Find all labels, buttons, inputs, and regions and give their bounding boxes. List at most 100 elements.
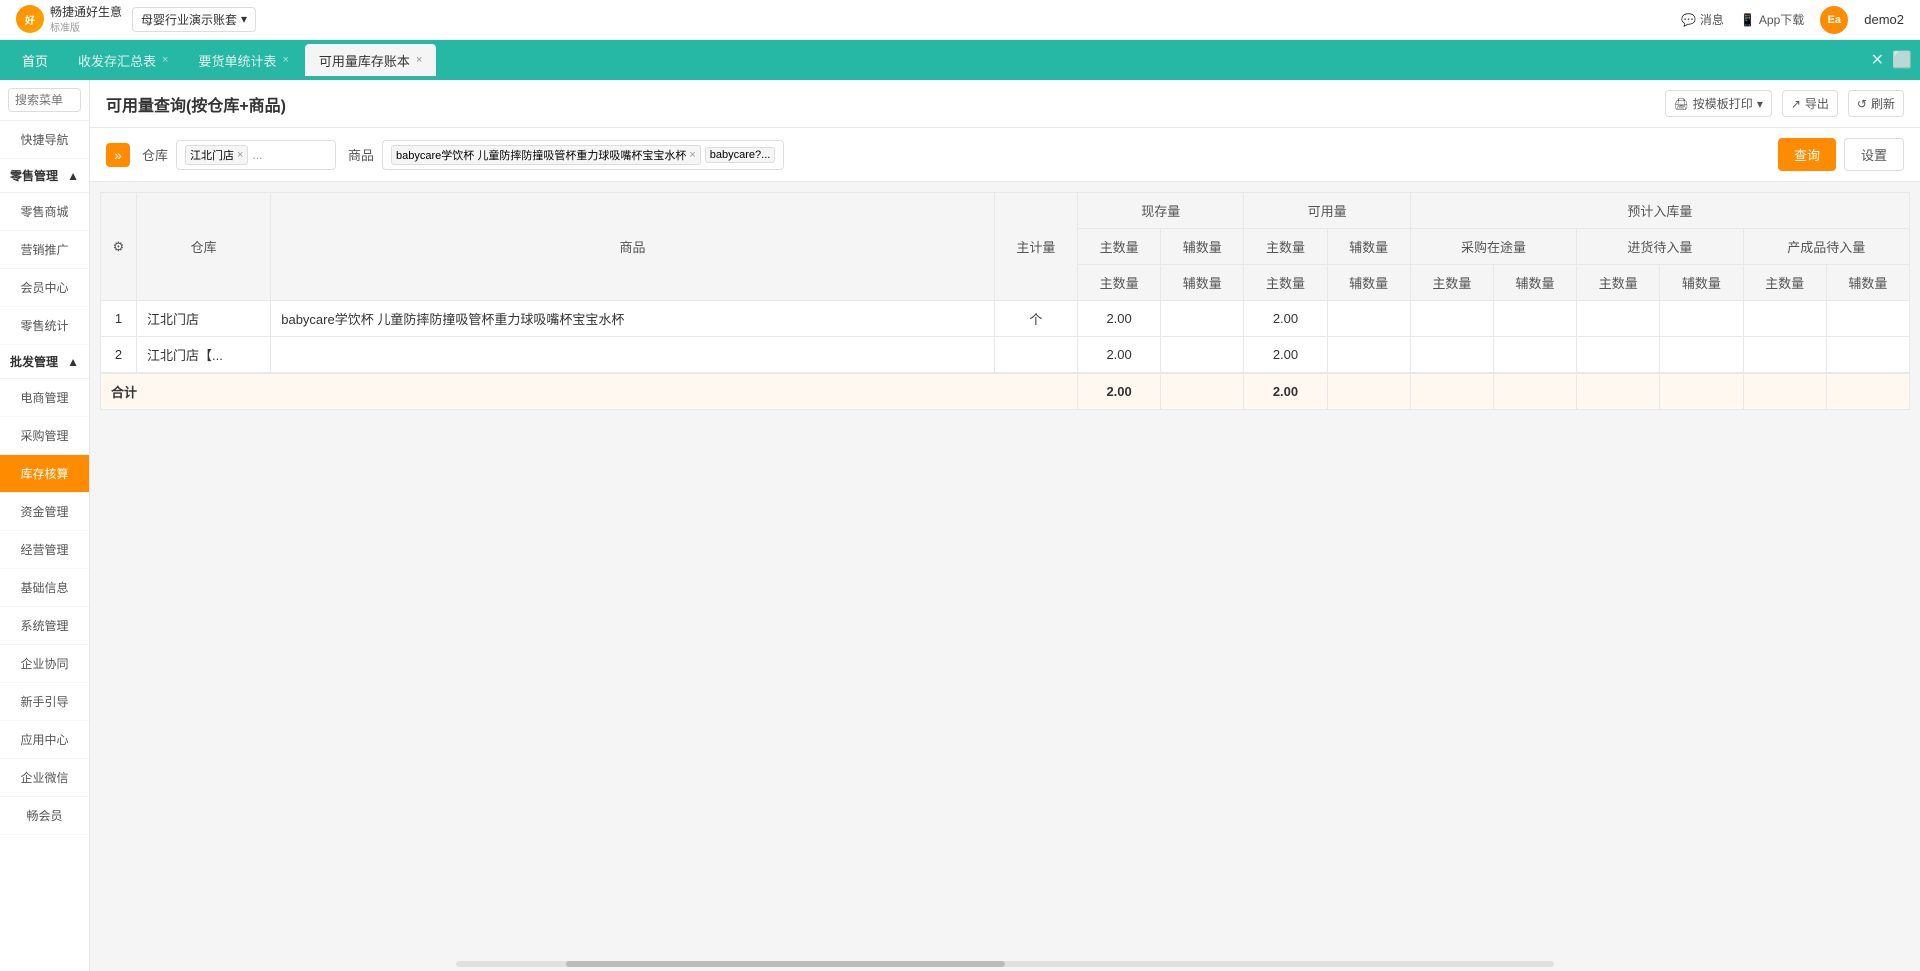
export-label: 导出	[1805, 95, 1829, 112]
sidebar-item-retail-stats[interactable]: 零售统计	[0, 307, 89, 345]
settings-btn[interactable]: 设置	[1844, 138, 1904, 171]
total-avail-main: 2.00	[1244, 373, 1327, 410]
sidebar-item-system[interactable]: 系统管理	[0, 607, 89, 645]
warehouse-more[interactable]: ...	[252, 148, 262, 162]
phone-icon: 📱	[1740, 13, 1755, 27]
sidebar-item-marketing[interactable]: 营销推广	[0, 231, 89, 269]
sidebar-item-operation[interactable]: 经营管理	[0, 531, 89, 569]
col-stock-main-qty: 主数量	[1078, 229, 1161, 265]
export-btn[interactable]: ↗ 导出	[1782, 90, 1838, 117]
tab-yaohuo[interactable]: 要货单统计表 ×	[184, 44, 302, 76]
tab-keyongliang[interactable]: 可用量库存账本 ×	[305, 44, 436, 76]
scroll-track[interactable]	[456, 961, 1554, 967]
row-avail-main: 2.00	[1244, 301, 1327, 337]
sidebar-item-enterprise[interactable]: 企业协同	[0, 645, 89, 683]
row-incoming-aux	[1660, 337, 1743, 374]
sidebar-item-finance[interactable]: 资金管理	[0, 493, 89, 531]
warehouse-input[interactable]: 江北门店 × ...	[176, 140, 336, 170]
nav-tabs: 首页 收发存汇总表 × 要货单统计表 × 可用量库存账本 × ✕ ⬜	[0, 40, 1920, 80]
quick-nav-label: 快捷导航	[20, 131, 68, 148]
expand-icon-2: ▲	[67, 355, 79, 369]
maximize-icon[interactable]: ⬜	[1892, 50, 1912, 70]
sidebar-item-ecommerce[interactable]: 电商管理	[0, 379, 89, 417]
col-warehouse-header: 仓库	[137, 193, 271, 301]
col-incoming-header: 进货待入量	[1577, 229, 1743, 265]
row-warehouse: 江北门店	[137, 301, 271, 337]
logo-sub: 标准版	[50, 19, 122, 34]
avatar: Ea	[1820, 6, 1848, 34]
sidebar-item-member[interactable]: 畅会员	[0, 797, 89, 835]
logo-text: 畅捷通好生意	[50, 5, 122, 19]
settings-icon[interactable]: ⚙	[113, 239, 125, 254]
tab-home[interactable]: 首页	[8, 44, 62, 76]
product-tag-2: babycare?...	[705, 147, 776, 163]
sidebar-item-retail-mall[interactable]: 零售商城	[0, 193, 89, 231]
sidebar-item-app-center[interactable]: 应用中心	[0, 721, 89, 759]
total-label: 合计	[101, 373, 1078, 410]
product-tag-1-remove[interactable]: ×	[689, 149, 695, 161]
col-stock-main-2: 主数量	[1078, 265, 1161, 301]
chevron-down-icon: ▾	[241, 12, 247, 26]
row-unit	[994, 337, 1077, 374]
total-row: 合计 2.00 2.00	[101, 373, 1910, 410]
sidebar-item-wechat[interactable]: 企业微信	[0, 759, 89, 797]
scroll-thumb[interactable]	[566, 961, 1005, 967]
row-stock-aux	[1161, 337, 1244, 374]
sidebar-item-quick-nav[interactable]: 快捷导航	[0, 121, 89, 159]
row-product: babycare学饮杯 儿童防摔防撞吸管杯重力球吸嘴杯宝宝水杯	[271, 301, 995, 337]
message-btn[interactable]: 💬 消息	[1681, 11, 1724, 28]
row-production-main	[1743, 301, 1826, 337]
logo-icon: 好	[16, 5, 44, 33]
print-btn[interactable]: 🖨 按模板打印 ▾	[1665, 90, 1772, 117]
product-tag-1-value: babycare学饮杯 儿童防摔防撞吸管杯重力球吸嘴杯宝宝水杯	[396, 147, 686, 163]
row-purchase-aux	[1493, 301, 1576, 337]
col-stock-aux-qty: 辅数量	[1161, 229, 1244, 265]
row-incoming-main	[1577, 337, 1660, 374]
product-filter-group: 商品 babycare学饮杯 儿童防摔防撞吸管杯重力球吸嘴杯宝宝水杯 × bab…	[348, 140, 784, 170]
tab-yaohuo-label: 要货单统计表	[198, 51, 276, 70]
expand-icon: ▲	[67, 169, 79, 183]
sidebar-item-wholesale-mgmt[interactable]: 批发管理 ▲	[0, 345, 89, 379]
row-incoming-main	[1577, 301, 1660, 337]
tab-shoufacun-close[interactable]: ×	[162, 54, 168, 66]
warehouse-tag-remove[interactable]: ×	[237, 149, 243, 161]
row-unit: 个	[994, 301, 1077, 337]
product-label: 商品	[348, 145, 374, 164]
tab-keyongliang-close[interactable]: ×	[416, 54, 422, 66]
sidebar-search-area	[0, 80, 89, 121]
col-current-stock-header: 现存量	[1078, 193, 1244, 229]
app-download-btn[interactable]: 📱 App下载	[1740, 11, 1804, 28]
product-input[interactable]: babycare学饮杯 儿童防摔防撞吸管杯重力球吸嘴杯宝宝水杯 × babyca…	[382, 140, 784, 170]
filter-bar: » 仓库 江北门店 × ... 商品 babycare学饮杯 儿童防摔防撞吸管杯…	[90, 128, 1920, 182]
col-production-main: 主数量	[1743, 265, 1826, 301]
col-settings-header[interactable]: ⚙	[101, 193, 137, 301]
sidebar-item-inventory[interactable]: 库存核算	[0, 455, 89, 493]
sidebar-item-retail-mgmt[interactable]: 零售管理 ▲	[0, 159, 89, 193]
user-name: demo2	[1864, 12, 1904, 27]
product-tag-1: babycare学饮杯 儿童防摔防撞吸管杯重力球吸嘴杯宝宝水杯 ×	[391, 145, 701, 165]
refresh-btn[interactable]: ↺ 刷新	[1848, 90, 1904, 117]
page-header: 可用量查询(按仓库+商品) 🖨 按模板打印 ▾ ↗ 导出 ↺ 刷新	[90, 80, 1920, 128]
sidebar-item-member-center[interactable]: 会员中心	[0, 269, 89, 307]
scroll-bar-area	[90, 957, 1920, 971]
sidebar-item-purchase[interactable]: 采购管理	[0, 417, 89, 455]
sidebar-item-newbie[interactable]: 新手引导	[0, 683, 89, 721]
tab-shoufacun-label: 收发存汇总表	[78, 51, 156, 70]
total-production-aux	[1826, 373, 1909, 410]
content-area: 可用量查询(按仓库+商品) 🖨 按模板打印 ▾ ↗ 导出 ↺ 刷新 »	[90, 80, 1920, 971]
filter-toggle-btn[interactable]: »	[106, 143, 130, 167]
col-production-header: 产成品待入量	[1743, 229, 1909, 265]
row-production-main	[1743, 337, 1826, 374]
store-selector[interactable]: 母婴行业演示账套 ▾	[132, 7, 256, 32]
print-label: 按模板打印	[1693, 95, 1753, 112]
col-planned-header: 预计入库量	[1410, 193, 1909, 229]
query-btn[interactable]: 查询	[1778, 138, 1836, 171]
tab-shoufacun[interactable]: 收发存汇总表 ×	[64, 44, 182, 76]
search-input[interactable]	[8, 88, 81, 112]
row-production-aux	[1826, 301, 1909, 337]
close-window-icon[interactable]: ✕	[1871, 50, 1884, 70]
row-stock-main: 2.00	[1078, 301, 1161, 337]
tab-yaohuo-close[interactable]: ×	[282, 54, 288, 66]
sidebar-item-basic-info[interactable]: 基础信息	[0, 569, 89, 607]
tab-home-label: 首页	[22, 51, 48, 70]
